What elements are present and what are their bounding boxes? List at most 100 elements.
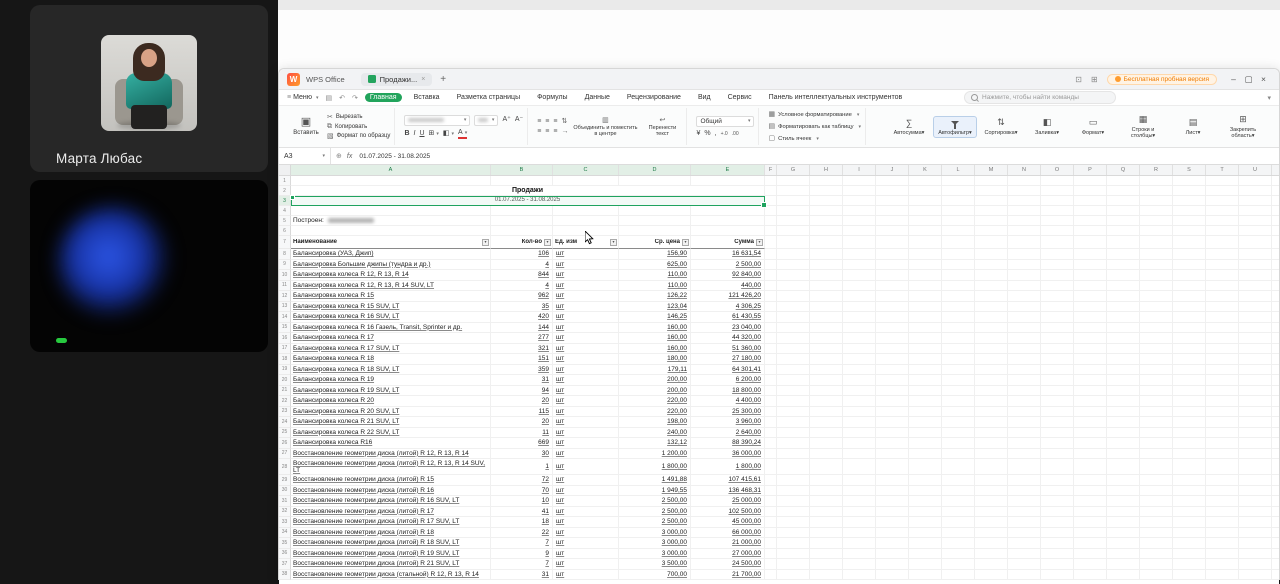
column-header-M[interactable]: M	[975, 165, 1008, 175]
cell[interactable]	[1041, 527, 1074, 538]
column-header-E[interactable]: E	[691, 165, 765, 175]
unit-cell[interactable]: шт	[553, 427, 619, 438]
tab-page-layout[interactable]: Разметка страницы	[452, 93, 526, 102]
cell[interactable]	[942, 438, 975, 449]
cell[interactable]	[942, 559, 975, 570]
cell[interactable]	[1008, 538, 1041, 549]
cell[interactable]	[1206, 496, 1239, 507]
cell[interactable]	[1206, 354, 1239, 365]
cell[interactable]	[777, 569, 810, 580]
align-top-icon[interactable]: ≡	[537, 118, 541, 125]
tab-close-icon[interactable]: ×	[421, 76, 425, 83]
cell[interactable]	[975, 427, 1008, 438]
cell[interactable]	[777, 259, 810, 270]
cell[interactable]	[843, 186, 876, 196]
cell[interactable]	[1239, 527, 1272, 538]
insert-function-icon[interactable]: ⊕	[336, 152, 342, 160]
freeze-panes-button[interactable]: ⊞ Закрепить область▾	[1217, 113, 1269, 141]
cell[interactable]	[810, 322, 843, 333]
cell[interactable]	[975, 176, 1008, 186]
qty-cell[interactable]: 669	[491, 438, 553, 449]
cell[interactable]	[777, 176, 810, 186]
sum-cell[interactable]: 3 960,00	[691, 417, 765, 428]
cut-button[interactable]: ✂ Вырезать	[327, 114, 390, 121]
cell[interactable]	[942, 236, 975, 249]
cell[interactable]	[777, 538, 810, 549]
cell[interactable]	[1041, 475, 1074, 486]
cell[interactable]	[942, 459, 975, 475]
cell[interactable]	[1272, 549, 1279, 559]
column-header-R[interactable]: R	[1140, 165, 1173, 175]
column-header-G[interactable]: G	[777, 165, 810, 175]
cell[interactable]	[1107, 291, 1140, 302]
sum-cell[interactable]: 136 468,31	[691, 485, 765, 496]
cell[interactable]	[1041, 406, 1074, 417]
cell[interactable]	[810, 396, 843, 407]
cell[interactable]	[1074, 548, 1107, 559]
row-number-15[interactable]: 15	[279, 322, 291, 333]
cell[interactable]	[843, 459, 876, 475]
cell[interactable]	[1206, 236, 1239, 249]
cell[interactable]	[1272, 375, 1279, 386]
cell[interactable]	[942, 496, 975, 507]
cell[interactable]	[1239, 206, 1272, 216]
cell[interactable]	[876, 548, 909, 559]
participant-tile-camera[interactable]	[30, 180, 268, 352]
cell[interactable]	[1008, 364, 1041, 375]
sum-cell[interactable]: 21 000,00	[691, 538, 765, 549]
cell[interactable]	[1041, 538, 1074, 549]
cell[interactable]	[1173, 427, 1206, 438]
cell[interactable]	[843, 364, 876, 375]
cell[interactable]	[1239, 301, 1272, 312]
cell[interactable]	[810, 216, 843, 226]
cell[interactable]	[777, 216, 810, 226]
cell[interactable]	[876, 506, 909, 517]
row-number-27[interactable]: 27	[279, 448, 291, 459]
cell[interactable]	[1239, 364, 1272, 375]
cell[interactable]	[1173, 485, 1206, 496]
worksheet-button[interactable]: ▤ Лист▾	[1171, 116, 1215, 138]
column-header-A[interactable]: A	[291, 165, 491, 175]
cell[interactable]	[1074, 206, 1107, 216]
cell[interactable]	[909, 375, 942, 386]
cell[interactable]	[1074, 259, 1107, 270]
item-name-cell[interactable]: Восстановление геометрии диска (литой) R…	[291, 506, 491, 517]
cell[interactable]	[1140, 406, 1173, 417]
cell[interactable]	[843, 216, 876, 226]
cell[interactable]	[1140, 517, 1173, 528]
cell[interactable]	[1008, 517, 1041, 528]
cell[interactable]	[1239, 259, 1272, 270]
cell[interactable]	[1140, 196, 1173, 206]
cell[interactable]	[765, 548, 777, 559]
cell[interactable]	[1107, 196, 1140, 206]
cell[interactable]	[1008, 196, 1041, 206]
cell[interactable]	[777, 280, 810, 291]
cell[interactable]	[1008, 249, 1041, 260]
cell[interactable]	[1140, 236, 1173, 249]
unit-cell[interactable]: шт	[553, 301, 619, 312]
cell[interactable]	[1041, 291, 1074, 302]
cell[interactable]	[942, 364, 975, 375]
cell[interactable]	[1041, 448, 1074, 459]
cell[interactable]	[1239, 186, 1272, 196]
cell[interactable]	[1008, 216, 1041, 226]
cell[interactable]	[777, 364, 810, 375]
column-header-T[interactable]: T	[1206, 165, 1239, 175]
cell[interactable]	[909, 559, 942, 570]
comma-format-icon[interactable]: ,	[715, 130, 717, 138]
unit-cell[interactable]: шт	[553, 333, 619, 344]
qty-cell[interactable]: 9	[491, 548, 553, 559]
qty-cell[interactable]: 7	[491, 538, 553, 549]
cell[interactable]	[1074, 406, 1107, 417]
cell[interactable]	[1140, 301, 1173, 312]
qty-cell[interactable]: 41	[491, 506, 553, 517]
cell[interactable]	[1041, 249, 1074, 260]
cell[interactable]	[1041, 517, 1074, 528]
tab-review[interactable]: Рецензирование	[622, 93, 686, 102]
cell[interactable]	[1107, 417, 1140, 428]
item-name-cell[interactable]: Балансировка колеса R 19	[291, 375, 491, 386]
merge-center-button[interactable]: ▥ Объединить и поместить в центре	[572, 117, 638, 137]
cell[interactable]	[1041, 301, 1074, 312]
cell[interactable]	[876, 438, 909, 449]
item-name-cell[interactable]: Балансировка колеса R 17 SUV, LT	[291, 343, 491, 354]
